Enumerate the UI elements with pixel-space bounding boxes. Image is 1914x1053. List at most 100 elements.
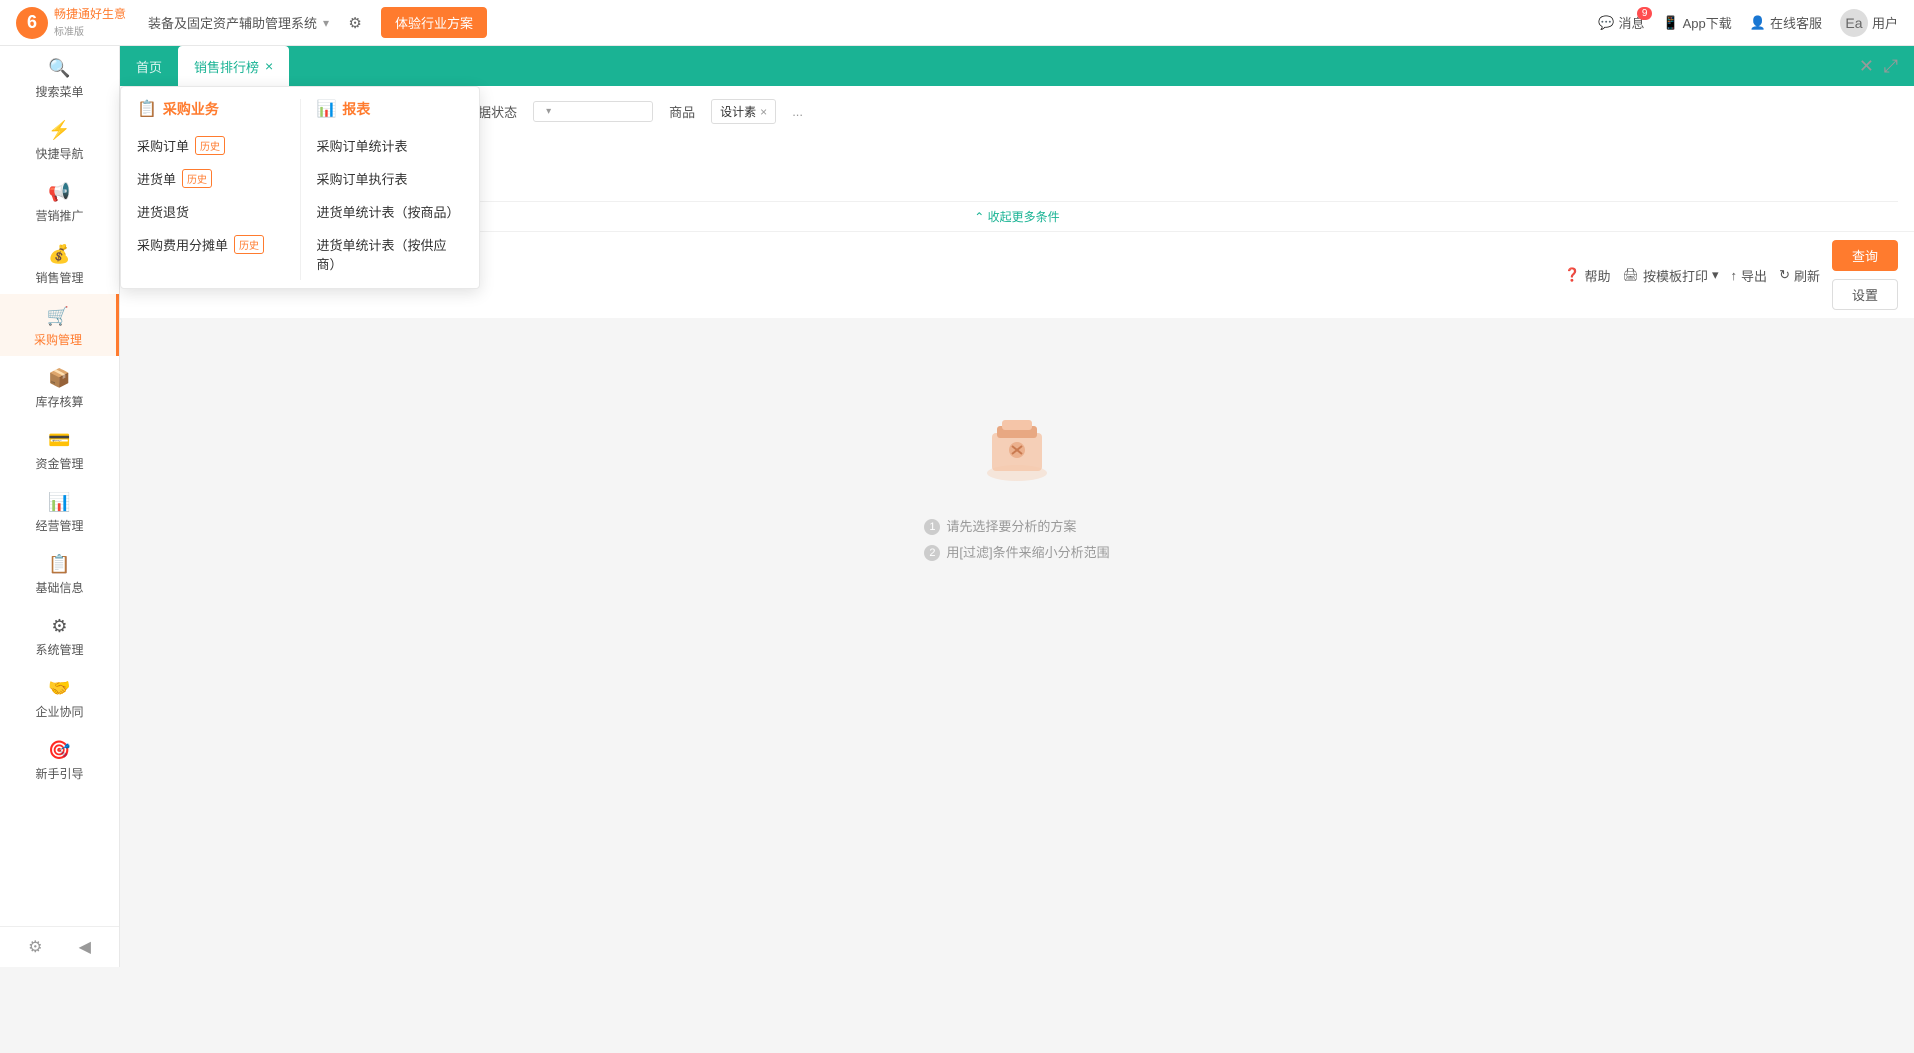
- query-button[interactable]: 查询: [1832, 240, 1898, 271]
- dropdown-item-goods-stats-by-supplier[interactable]: 进货单统计表（按供应商）: [313, 228, 468, 280]
- sidebar-item-enterprise[interactable]: 🤝 企业协同: [0, 666, 119, 728]
- sidebar-item-label: 库存核算: [35, 393, 83, 410]
- dropdown-item-purchase-order-exec[interactable]: 采购订单执行表: [313, 162, 468, 195]
- tab-close-button[interactable]: ✕: [1859, 56, 1874, 77]
- sidebar: 🔍 搜索菜单 ⚡ 快捷导航 📢 营销推广 💰 销售管理 🛒 采购管理 📦 库存核…: [0, 46, 120, 967]
- sidebar-item-guide[interactable]: 🎯 新手引导: [0, 728, 119, 790]
- sidebar-item-label: 采购管理: [34, 331, 82, 348]
- print-button[interactable]: 🖨 按模板打印 ▾: [1622, 266, 1718, 285]
- guide-icon: 🎯: [48, 740, 70, 761]
- avatar: Ea: [1840, 9, 1868, 37]
- sidebar-item-system[interactable]: ⚙ 系统管理: [0, 604, 119, 666]
- message-icon: 💬: [1598, 15, 1614, 31]
- phone-icon: 📱: [1662, 15, 1678, 31]
- purchase-icon: 🛒: [47, 306, 69, 327]
- headset-icon: 👤: [1750, 15, 1766, 31]
- sidebar-item-sales[interactable]: 💰 销售管理: [0, 232, 119, 294]
- dropdown-item-label: 进货单: [137, 169, 176, 188]
- dropdown-menu: 📋 采购业务 采购订单 历史 进货单 历史 进货退货 采购费用分摊单 历史 📊: [120, 86, 480, 289]
- dropdown-item-goods-receipt[interactable]: 进货单 历史: [133, 162, 288, 195]
- refresh-icon: ↻: [1779, 267, 1790, 283]
- dropdown-col2-title: 📊 报表: [313, 99, 468, 119]
- dropdown-col-purchase: 📋 采购业务 采购订单 历史 进货单 历史 进货退货 采购费用分摊单 历史: [121, 99, 300, 280]
- brand-info: 畅捷通好生意 标准版: [54, 7, 126, 38]
- brand-sub: 标准版: [54, 23, 126, 38]
- dropdown-item-label: 采购订单统计表: [317, 136, 408, 155]
- user-menu[interactable]: Ea 用户: [1840, 9, 1898, 37]
- message-badge: 9: [1637, 7, 1653, 20]
- enterprise-icon: 🤝: [48, 678, 70, 699]
- goods-dots[interactable]: ...: [792, 104, 803, 119]
- marketing-icon: 📢: [48, 182, 70, 203]
- tab-expand-button[interactable]: ⤢: [1884, 56, 1898, 77]
- dropdown-item-goods-return[interactable]: 进货退货: [133, 195, 288, 228]
- sidebar-item-funds[interactable]: 💳 资金管理: [0, 418, 119, 480]
- logo-area: 6 畅捷通好生意 标准版: [16, 7, 136, 39]
- history-badge: 历史: [195, 136, 225, 155]
- operations-icon: 📊: [48, 492, 70, 513]
- chevron-down-icon[interactable]: ▾: [323, 16, 329, 30]
- export-icon: ↑: [1731, 268, 1738, 283]
- goods-label: 商品: [669, 102, 695, 121]
- tab-home-label: 首页: [136, 57, 162, 76]
- sidebar-item-search[interactable]: 🔍 搜索菜单: [0, 46, 119, 108]
- logo-icon: 6: [16, 7, 48, 39]
- sidebar-item-marketing[interactable]: 📢 营销推广: [0, 170, 119, 232]
- sidebar-item-label: 营销推广: [35, 207, 83, 224]
- voucher-status-select[interactable]: ▾: [533, 101, 653, 122]
- sidebar-item-operations[interactable]: 📊 经营管理: [0, 480, 119, 542]
- goods-tag: 设计素 ×: [711, 99, 776, 124]
- sidebar-item-basic-info[interactable]: 📋 基础信息: [0, 542, 119, 604]
- tab-home[interactable]: 首页: [120, 46, 178, 86]
- top-bar: 6 畅捷通好生意 标准版 装备及固定资产辅助管理系统 ▾ ⚙ 体验行业方案 💬 …: [0, 0, 1914, 46]
- tab-sales-ranking[interactable]: 销售排行榜 ×: [178, 46, 289, 86]
- industry-button[interactable]: 体验行业方案: [381, 7, 487, 38]
- dropdown-item-purchase-expense[interactable]: 采购费用分摊单 历史: [133, 228, 288, 261]
- empty-tip-row-2: 2 用[过滤]条件来缩小分析范围: [924, 540, 1109, 566]
- empty-tips: 1 请先选择要分析的方案 2 用[过滤]条件来缩小分析范围: [924, 514, 1109, 566]
- tab-bar: 首页 销售排行榜 ×: [120, 46, 1914, 86]
- sidebar-item-label: 快捷导航: [35, 145, 83, 162]
- dropdown-item-label: 进货单统计表（按供应商）: [317, 235, 464, 273]
- sidebar-item-label: 基础信息: [35, 579, 83, 596]
- dropdown-item-label: 进货退货: [137, 202, 189, 221]
- help-button[interactable]: ❓ 帮助: [1564, 266, 1610, 285]
- tab-close-icon[interactable]: ×: [265, 58, 273, 74]
- dropdown-item-goods-stats-by-goods[interactable]: 进货单统计表（按商品）: [313, 195, 468, 228]
- sidebar-item-inventory[interactable]: 📦 库存核算: [0, 356, 119, 418]
- online-service-button[interactable]: 👤 在线客服: [1750, 13, 1822, 32]
- sidebar-collapse-icon[interactable]: ◀: [79, 937, 91, 957]
- dropdown-item-label: 采购费用分摊单: [137, 235, 228, 254]
- message-button[interactable]: 💬 消息 9: [1598, 13, 1644, 32]
- sidebar-item-label: 经营管理: [35, 517, 83, 534]
- sidebar-menu: 🔍 搜索菜单 ⚡ 快捷导航 📢 营销推广 💰 销售管理 🛒 采购管理 📦 库存核…: [0, 46, 119, 926]
- report-icon: 📊: [317, 99, 337, 119]
- sidebar-item-label: 搜索菜单: [35, 83, 83, 100]
- export-button[interactable]: ↑ 导出: [1731, 266, 1768, 285]
- sidebar-settings-icon[interactable]: ⚙: [28, 937, 42, 957]
- print-arrow-icon: ▾: [1712, 267, 1719, 283]
- purchase-biz-icon: 📋: [137, 99, 157, 119]
- setting-button[interactable]: 设置: [1832, 279, 1898, 310]
- tip-num-1: 1: [924, 519, 940, 535]
- sidebar-item-label: 资金管理: [35, 455, 83, 472]
- dropdown-col-report: 📊 报表 采购订单统计表 采购订单执行表 进货单统计表（按商品） 进货单统计表（…: [300, 99, 480, 280]
- gear-icon[interactable]: ⚙: [341, 9, 369, 37]
- search-icon: 🔍: [48, 58, 70, 79]
- dropdown-item-purchase-order-stats[interactable]: 采购订单统计表: [313, 129, 468, 162]
- app-download-button[interactable]: 📱 App下载: [1662, 13, 1731, 32]
- tip-num-2: 2: [924, 545, 940, 561]
- dropdown-item-purchase-order[interactable]: 采购订单 历史: [133, 129, 288, 162]
- help-icon: ❓: [1564, 267, 1580, 283]
- dropdown-item-label: 进货单统计表（按商品）: [317, 202, 460, 221]
- refresh-button[interactable]: ↻ 刷新: [1779, 266, 1820, 285]
- system-name: 装备及固定资产辅助管理系统 ▾: [148, 13, 329, 32]
- sidebar-bottom: ⚙ ◀: [0, 926, 119, 967]
- sidebar-item-quick-nav[interactable]: ⚡ 快捷导航: [0, 108, 119, 170]
- sidebar-item-label: 企业协同: [35, 703, 83, 720]
- goods-tag-close[interactable]: ×: [760, 105, 767, 119]
- sidebar-item-purchase[interactable]: 🛒 采购管理: [0, 294, 119, 356]
- empty-illustration: [967, 398, 1067, 498]
- dropdown-cols: 📋 采购业务 采购订单 历史 进货单 历史 进货退货 采购费用分摊单 历史 📊: [121, 99, 479, 280]
- brand-name: 畅捷通好生意: [54, 7, 126, 23]
